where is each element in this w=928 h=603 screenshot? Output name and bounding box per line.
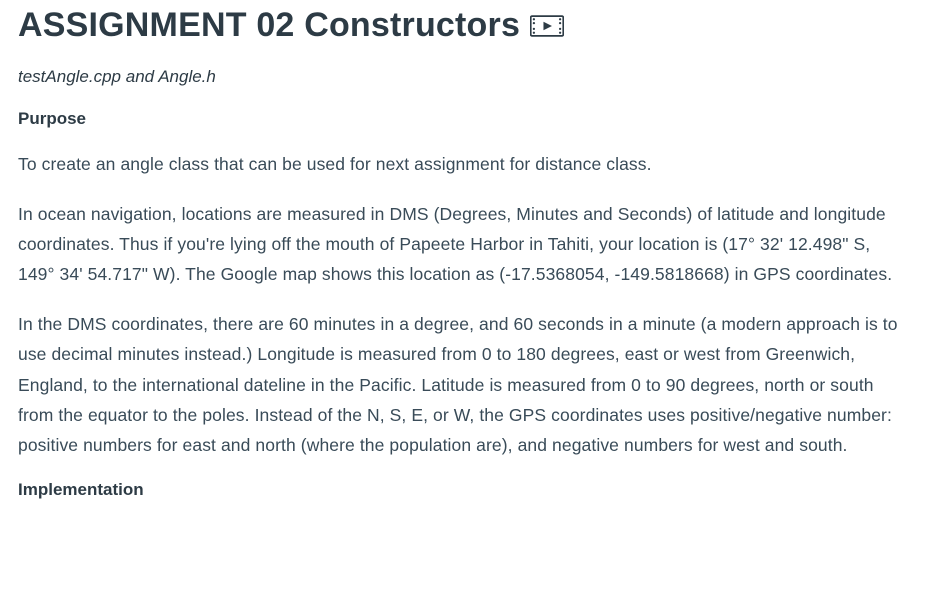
- implementation-heading: Implementation: [18, 480, 910, 500]
- subtitle-files: testAngle.cpp and Angle.h: [18, 67, 910, 87]
- paragraph-dms: In the DMS coordinates, there are 60 min…: [18, 309, 910, 459]
- purpose-heading: Purpose: [18, 109, 910, 129]
- paragraph-ocean-nav: In ocean navigation, locations are measu…: [18, 199, 910, 289]
- video-icon[interactable]: [530, 15, 564, 37]
- title-text: ASSIGNMENT 02 Constructors: [18, 6, 520, 45]
- page-title: ASSIGNMENT 02 Constructors: [18, 6, 910, 45]
- purpose-intro: To create an angle class that can be use…: [18, 149, 910, 179]
- document-page: ASSIGNMENT 02 Constructors testAngle.cpp…: [0, 0, 928, 500]
